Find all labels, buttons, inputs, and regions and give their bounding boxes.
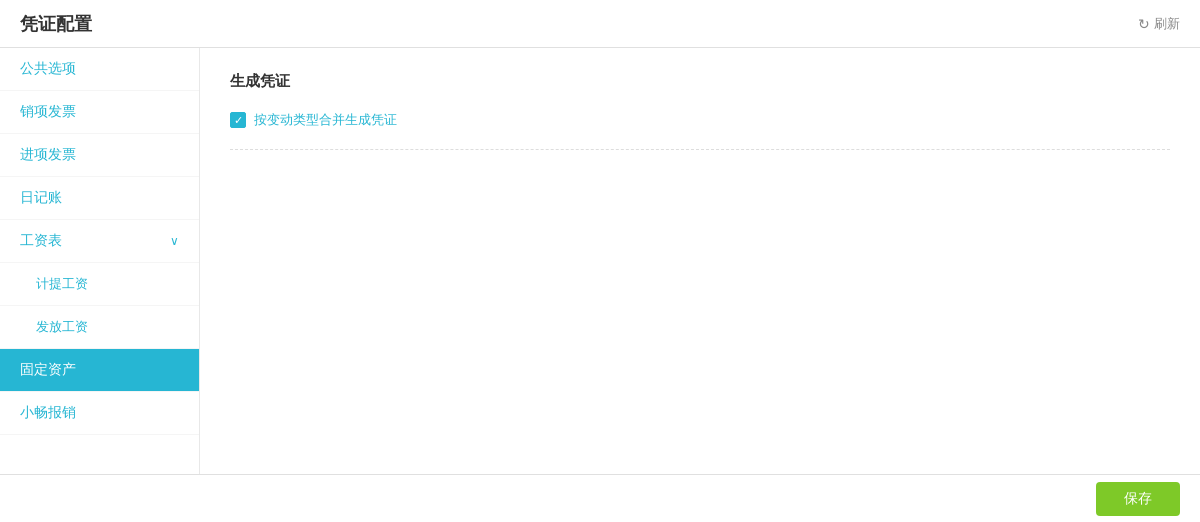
sidebar-item-label: 公共选项 — [20, 60, 76, 78]
main-container: 公共选项销项发票进项发票日记账工资表 ∨ 计提工资发放工资固定资产小畅报销 生成凭证… — [0, 48, 1200, 474]
save-button[interactable]: 保存 — [1096, 482, 1180, 516]
refresh-icon: ↻ — [1138, 16, 1150, 32]
sidebar-item-payroll-table[interactable]: 工资表 ∨ — [0, 220, 199, 263]
sidebar-item-label: 计提工资 — [36, 275, 88, 293]
sidebar: 公共选项销项发票进项发票日记账工资表 ∨ 计提工资发放工资固定资产小畅报销 — [0, 48, 200, 474]
chevron-down-icon: ∨ — [170, 234, 179, 248]
checkmark-icon: ✓ — [234, 115, 243, 126]
refresh-button[interactable]: ↻ 刷新 — [1138, 15, 1180, 33]
page-title: 凭证配置 — [20, 12, 92, 36]
page-footer: 保存 — [0, 474, 1200, 522]
sidebar-item-label: 工资表 — [20, 232, 62, 250]
sidebar-item-label: 进项发票 — [20, 146, 76, 164]
sidebar-item-sales-invoice[interactable]: 销项发票 — [0, 91, 199, 134]
sidebar-item-payroll-payment[interactable]: 发放工资 — [0, 306, 199, 349]
sidebar-item-label: 销项发票 — [20, 103, 76, 121]
sidebar-item-public-options[interactable]: 公共选项 — [0, 48, 199, 91]
sidebar-item-label: 小畅报销 — [20, 404, 76, 422]
sidebar-item-label: 固定资产 — [20, 361, 76, 379]
sidebar-item-fixed-assets[interactable]: 固定资产 — [0, 349, 199, 392]
section-divider — [230, 149, 1170, 150]
sidebar-item-label: 日记账 — [20, 189, 62, 207]
refresh-label: 刷新 — [1154, 15, 1180, 33]
checkbox-row: ✓ 按变动类型合并生成凭证 — [230, 111, 1170, 129]
sidebar-item-label: 发放工资 — [36, 318, 88, 336]
sidebar-item-purchase-invoice[interactable]: 进项发票 — [0, 134, 199, 177]
page-header: 凭证配置 ↻ 刷新 — [0, 0, 1200, 48]
merge-checkbox-label: 按变动类型合并生成凭证 — [254, 111, 397, 129]
sidebar-item-payroll-accrual[interactable]: 计提工资 — [0, 263, 199, 306]
sidebar-item-journal[interactable]: 日记账 — [0, 177, 199, 220]
sidebar-item-expense-reimbursement[interactable]: 小畅报销 — [0, 392, 199, 435]
section-title: 生成凭证 — [230, 72, 1170, 91]
content-area: 生成凭证 ✓ 按变动类型合并生成凭证 — [200, 48, 1200, 474]
merge-checkbox[interactable]: ✓ — [230, 112, 246, 128]
